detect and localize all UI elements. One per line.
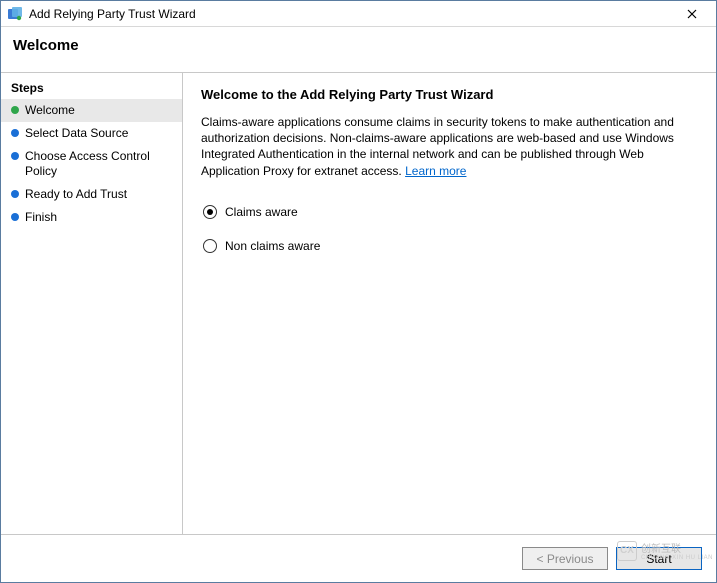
main-description: Claims-aware applications consume claims… (201, 114, 698, 179)
radio-icon (203, 239, 217, 253)
bullet-icon (11, 152, 19, 160)
radio-label: Non claims aware (225, 239, 320, 253)
app-icon (7, 6, 23, 22)
steps-sidebar: Steps Welcome Select Data Source Choose … (1, 73, 183, 534)
step-welcome[interactable]: Welcome (1, 99, 182, 122)
step-label: Welcome (25, 103, 172, 118)
footer: < Previous Start (1, 534, 716, 582)
step-choose-access-control-policy[interactable]: Choose Access Control Policy (1, 145, 182, 183)
window-title: Add Relying Party Trust Wizard (29, 7, 674, 21)
step-label: Choose Access Control Policy (25, 149, 172, 179)
page-header: Welcome (1, 27, 716, 73)
previous-button: < Previous (522, 547, 608, 570)
bullet-icon (11, 106, 19, 114)
wizard-body: Steps Welcome Select Data Source Choose … (1, 73, 716, 534)
page-title: Welcome (13, 37, 704, 54)
wizard-window: Add Relying Party Trust Wizard Welcome S… (0, 0, 717, 583)
bullet-icon (11, 190, 19, 198)
radio-non-claims-aware[interactable]: Non claims aware (203, 239, 698, 253)
step-label: Ready to Add Trust (25, 187, 172, 202)
radio-claims-aware[interactable]: Claims aware (203, 205, 698, 219)
radio-icon (203, 205, 217, 219)
step-finish[interactable]: Finish (1, 206, 182, 229)
step-ready-to-add-trust[interactable]: Ready to Add Trust (1, 183, 182, 206)
main-panel: Welcome to the Add Relying Party Trust W… (183, 73, 716, 534)
main-title: Welcome to the Add Relying Party Trust W… (201, 87, 698, 102)
step-label: Select Data Source (25, 126, 172, 141)
step-select-data-source[interactable]: Select Data Source (1, 122, 182, 145)
learn-more-link[interactable]: Learn more (405, 164, 466, 178)
close-button[interactable] (674, 2, 710, 26)
bullet-icon (11, 129, 19, 137)
radio-label: Claims aware (225, 205, 298, 219)
start-button[interactable]: Start (616, 547, 702, 570)
titlebar: Add Relying Party Trust Wizard (1, 1, 716, 27)
step-label: Finish (25, 210, 172, 225)
steps-title: Steps (1, 77, 182, 99)
bullet-icon (11, 213, 19, 221)
